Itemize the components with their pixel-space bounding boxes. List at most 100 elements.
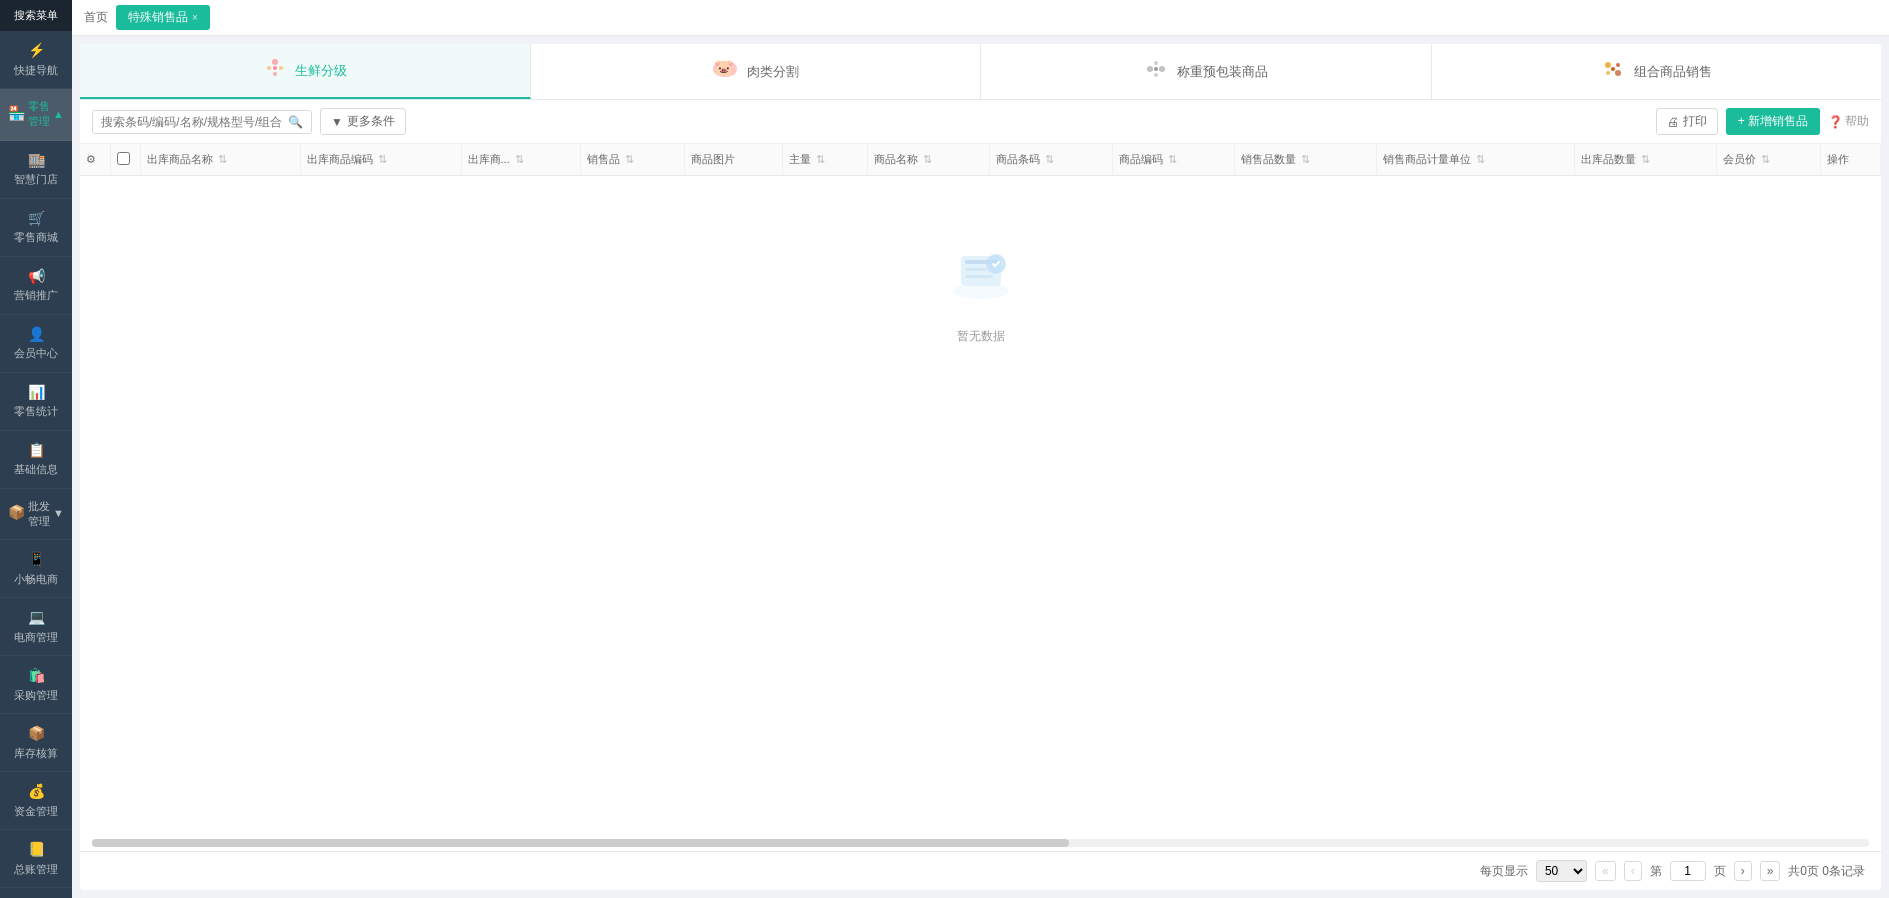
help-button[interactable]: ❓ 帮助 — [1828, 113, 1869, 130]
search-input[interactable] — [101, 115, 284, 129]
cat-tab-weigh-pack[interactable]: 称重预包装商品 — [981, 44, 1432, 99]
svg-point-13 — [1605, 62, 1611, 68]
chevron-down-icon: ▼ — [53, 506, 64, 521]
col-weight[interactable]: 主量 ⇅ — [782, 144, 867, 176]
empty-icon — [941, 236, 1021, 316]
pagination: 每页显示 20 50 100 « ‹ 第 页 › » 共0页 0条记录 — [80, 851, 1881, 890]
combo-label: 组合商品销售 — [1634, 63, 1712, 81]
table-container: ⚙ 出库商品名称 ⇅ 出库商品编码 ⇅ — [80, 144, 1881, 835]
sidebar-logo[interactable]: 搜索菜单 — [0, 0, 72, 31]
meat-cut-icon: 🐷 — [711, 58, 739, 85]
filter-button[interactable]: ▼ 更多条件 — [320, 108, 406, 135]
basic-info-icon: 📋 — [4, 441, 68, 461]
col-product-img[interactable]: 商品图片 — [684, 144, 782, 176]
sidebar-item-retail-mgmt[interactable]: 🏪 零售管理 ▲ — [0, 89, 72, 141]
sort-icon: ⇅ — [1045, 153, 1054, 165]
retail-stats-icon: 📊 — [4, 383, 68, 403]
sort-icon: ⇅ — [923, 153, 932, 165]
col-out-qty[interactable]: 出库品数量 ⇅ — [1575, 144, 1717, 176]
active-tab-label: 特殊销售品 — [128, 9, 188, 26]
col-out-spec[interactable]: 出库商... ⇅ — [461, 144, 580, 176]
sales-promo-icon: 📢 — [4, 267, 68, 287]
sidebar-item-sales-promo[interactable]: 📢 营销推广 — [0, 257, 72, 315]
sidebar-item-smart-store[interactable]: 🏬 智慧门店 — [0, 141, 72, 199]
col-product-name[interactable]: 商品名称 ⇅ — [867, 144, 990, 176]
col-product-code[interactable]: 商品编码 ⇅ — [1112, 144, 1235, 176]
svg-point-0 — [272, 59, 278, 65]
sort-icon: ⇅ — [1476, 153, 1485, 165]
last-page-button[interactable]: » — [1760, 861, 1781, 881]
page-label-pre: 第 — [1650, 863, 1662, 880]
sidebar-item-retail-mall[interactable]: 🛒 零售商城 — [0, 199, 72, 257]
svg-point-17 — [1611, 67, 1615, 71]
col-out-name[interactable]: 出库商品名称 ⇅ — [140, 144, 301, 176]
sort-icon: ⇅ — [1761, 153, 1770, 165]
col-barcode[interactable]: 商品条码 ⇅ — [990, 144, 1113, 176]
horizontal-scrollbar[interactable] — [92, 839, 1869, 847]
first-page-button[interactable]: « — [1595, 861, 1616, 881]
sort-icon: ⇅ — [1168, 153, 1177, 165]
col-out-code[interactable]: 出库商品编码 ⇅ — [301, 144, 462, 176]
sidebar-item-general-ledger[interactable]: 📒 总账管理 — [0, 830, 72, 888]
page-number-input[interactable] — [1670, 861, 1706, 881]
member-center-icon: 👤 — [4, 325, 68, 345]
sidebar-item-fund-mgmt[interactable]: 💰 资金管理 — [0, 772, 72, 830]
sidebar: 搜索菜单 ⚡ 快捷导航 🏪 零售管理 ▲ 🏬 智慧门店 🛒 零售商城 📢 营销推… — [0, 0, 72, 898]
sidebar-item-member-center[interactable]: 👤 会员中心 — [0, 315, 72, 373]
sidebar-item-quick-nav[interactable]: ⚡ 快捷导航 — [0, 31, 72, 89]
search-box[interactable]: 🔍 — [92, 110, 312, 134]
sidebar-item-inventory[interactable]: 📦 库存核算 — [0, 714, 72, 772]
home-tab[interactable]: 首页 — [84, 9, 108, 26]
retail-mall-icon: 🛒 — [4, 209, 68, 229]
sidebar-item-retail-stats[interactable]: 📊 零售统计 — [0, 373, 72, 431]
quick-nav-icon: ⚡ — [4, 41, 68, 61]
ecom-mgmt-icon: 💻 — [4, 608, 68, 628]
svg-point-15 — [1606, 71, 1610, 75]
per-page-select[interactable]: 20 50 100 — [1536, 860, 1587, 882]
svg-text:🐷: 🐷 — [714, 58, 734, 77]
cat-tab-combo[interactable]: 组合商品销售 — [1432, 44, 1882, 99]
purchase-mgmt-icon: 🛍️ — [4, 666, 68, 686]
cat-tab-fresh-grade[interactable]: 生鲜分级 — [80, 44, 531, 99]
filter-icon: ▼ — [331, 115, 343, 129]
empty-text: 暂无数据 — [957, 328, 1005, 345]
sort-icon: ⇅ — [1301, 153, 1310, 165]
sidebar-item-basic-info[interactable]: 📋 基础信息 — [0, 431, 72, 489]
print-icon: 🖨 — [1667, 115, 1679, 129]
fresh-grade-icon — [263, 56, 287, 85]
page-label-post: 页 — [1714, 863, 1726, 880]
select-all-checkbox[interactable] — [117, 152, 130, 165]
col-sale-item[interactable]: 销售品 ⇅ — [580, 144, 684, 176]
sidebar-item-wholesale-mgmt[interactable]: 📦 批发管理 ▼ — [0, 489, 72, 541]
tab-close-icon[interactable]: × — [192, 12, 198, 23]
wholesale-mgmt-icon: 📦 — [8, 503, 25, 523]
sidebar-item-purchase-mgmt[interactable]: 🛍️ 采购管理 — [0, 656, 72, 714]
cat-tab-meat-cut[interactable]: 🐷 肉类分割 — [531, 44, 982, 99]
col-sale-qty[interactable]: 销售品数量 ⇅ — [1235, 144, 1377, 176]
inventory-icon: 📦 — [4, 724, 68, 744]
col-member-price[interactable]: 会员价 ⇅ — [1716, 144, 1820, 176]
add-sale-item-button[interactable]: + 新增销售品 — [1726, 108, 1820, 135]
prev-page-button[interactable]: ‹ — [1624, 861, 1642, 881]
search-icon: 🔍 — [288, 115, 303, 129]
svg-point-10 — [1159, 66, 1165, 72]
svg-point-3 — [267, 66, 271, 70]
col-sale-unit[interactable]: 销售商品计量单位 ⇅ — [1376, 144, 1574, 176]
data-table: ⚙ 出库商品名称 ⇅ 出库商品编码 ⇅ — [80, 144, 1881, 176]
help-icon: ❓ — [1828, 115, 1843, 129]
svg-point-2 — [273, 72, 277, 76]
col-settings[interactable]: ⚙ — [80, 144, 110, 176]
sidebar-item-mini-ecom[interactable]: 📱 小畅电商 — [0, 540, 72, 598]
topbar: 首页 特殊销售品 × — [72, 0, 1889, 36]
next-page-button[interactable]: › — [1734, 861, 1752, 881]
sidebar-item-invoice-mgmt[interactable]: 🧾 发票管理 — [0, 888, 72, 898]
print-button[interactable]: 🖨 打印 — [1656, 108, 1718, 135]
svg-rect-22 — [965, 275, 993, 278]
col-checkbox[interactable] — [110, 144, 140, 176]
sidebar-item-ecom-mgmt[interactable]: 💻 电商管理 — [0, 598, 72, 656]
scroll-thumb[interactable] — [92, 839, 1069, 847]
meat-cut-label: 肉类分割 — [747, 63, 799, 81]
toolbar-left: 🔍 ▼ 更多条件 — [92, 108, 406, 135]
svg-point-16 — [1615, 70, 1621, 76]
active-tab[interactable]: 特殊销售品 × — [116, 5, 210, 30]
